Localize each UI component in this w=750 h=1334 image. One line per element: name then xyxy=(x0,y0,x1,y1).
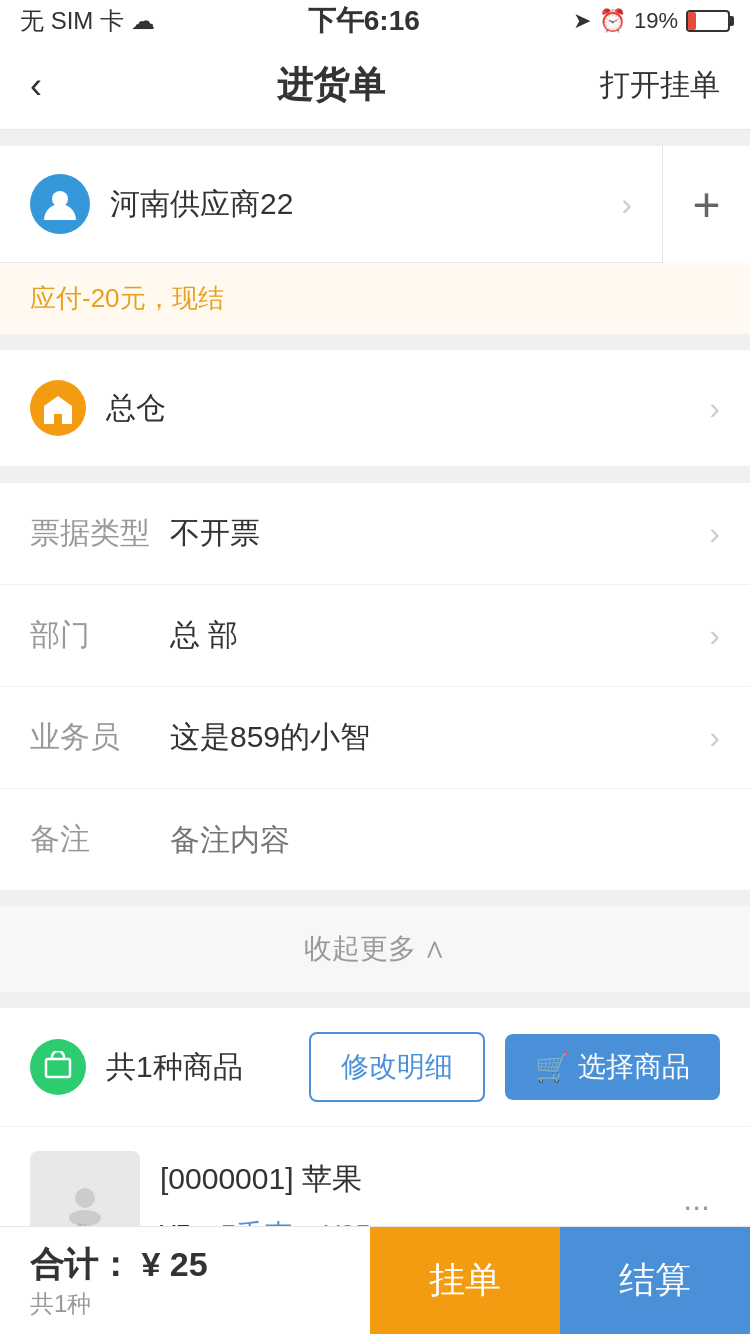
select-product-button[interactable]: 🛒 选择商品 xyxy=(505,1034,720,1100)
location-icon: ➤ xyxy=(573,8,591,34)
collapse-bar[interactable]: 收起更多 ∧ xyxy=(0,906,750,992)
alarm-icon: ⏰ xyxy=(599,8,626,34)
products-header: 共1种商品 修改明细 🛒 选择商品 xyxy=(0,1008,750,1127)
ticket-type-label: 票据类型 xyxy=(30,513,170,554)
supplier-chevron: › xyxy=(621,186,632,223)
notice-bar: 应付-20元，现结 xyxy=(0,263,750,334)
total-amount: 合计： ¥ 25 xyxy=(30,1242,340,1288)
salesperson-row[interactable]: 业务员 这是859的小智 › xyxy=(0,687,750,789)
salesperson-value: 这是859的小智 xyxy=(170,717,699,758)
warehouse-chevron: › xyxy=(709,390,720,427)
person-icon xyxy=(42,186,78,222)
warehouse-name: 总仓 xyxy=(106,388,699,429)
battery-text: 19% xyxy=(634,8,678,34)
sim-status: 无 SIM 卡 ☁ xyxy=(20,5,155,37)
back-button[interactable]: ‹ xyxy=(30,65,62,107)
battery-icon xyxy=(686,10,730,32)
status-right: ➤ ⏰ 19% xyxy=(573,8,730,34)
ticket-type-value: 不开票 xyxy=(170,513,699,554)
supplier-add-button[interactable]: + xyxy=(662,146,750,263)
department-label: 部门 xyxy=(30,615,170,656)
svg-rect-1 xyxy=(46,1059,70,1077)
total-section: 合计： ¥ 25 共1种 xyxy=(0,1242,370,1320)
department-chevron: › xyxy=(709,617,720,654)
warehouse-icon xyxy=(30,380,86,436)
ticket-type-row[interactable]: 票据类型 不开票 › xyxy=(0,483,750,585)
total-label: 合计： xyxy=(30,1245,132,1283)
page-title: 进货单 xyxy=(62,61,600,110)
select-product-icon: 🛒 xyxy=(535,1051,570,1084)
total-count: 共1种 xyxy=(30,1288,340,1320)
house-icon xyxy=(42,392,74,424)
remarks-input[interactable] xyxy=(170,823,720,857)
checkout-button[interactable]: 结算 xyxy=(560,1227,750,1335)
status-left: 无 SIM 卡 ☁ xyxy=(20,5,155,37)
cart-icon xyxy=(42,1051,74,1083)
status-bar: 无 SIM 卡 ☁ 下午6:16 ➤ ⏰ 19% xyxy=(0,0,750,42)
supplier-row[interactable]: 河南供应商22 › xyxy=(0,146,662,263)
bottom-bar: 合计： ¥ 25 共1种 挂单 结算 xyxy=(0,1226,750,1334)
total-value: ¥ 25 xyxy=(141,1245,207,1283)
warehouse-row[interactable]: 总仓 › xyxy=(0,350,750,467)
status-time: 下午6:16 xyxy=(308,2,420,40)
salesperson-chevron: › xyxy=(709,719,720,756)
select-product-label: 选择商品 xyxy=(578,1048,690,1086)
collapse-label: 收起更多 ∧ xyxy=(304,933,447,964)
warehouse-section: 总仓 › xyxy=(0,350,750,467)
svg-point-2 xyxy=(75,1188,95,1208)
products-count: 共1种商品 xyxy=(106,1047,289,1088)
remarks-row[interactable]: 备注 xyxy=(0,789,750,890)
products-icon xyxy=(30,1039,86,1095)
notice-text: 应付-20元，现结 xyxy=(30,283,224,313)
ticket-type-chevron: › xyxy=(709,515,720,552)
remarks-label: 备注 xyxy=(30,819,170,860)
nav-bar: ‹ 进货单 打开挂单 xyxy=(0,42,750,130)
edit-detail-button[interactable]: 修改明细 xyxy=(309,1032,485,1102)
supplier-section: 河南供应商22 › + xyxy=(0,146,750,263)
product-name: [0000001] 苹果 xyxy=(160,1159,653,1200)
open-hold-button[interactable]: 打开挂单 xyxy=(600,65,720,106)
supplier-name: 河南供应商22 xyxy=(110,184,611,225)
hold-button[interactable]: 挂单 xyxy=(370,1227,560,1335)
supplier-avatar xyxy=(30,174,90,234)
department-value: 总 部 xyxy=(170,615,699,656)
department-row[interactable]: 部门 总 部 › xyxy=(0,585,750,687)
form-section: 票据类型 不开票 › 部门 总 部 › 业务员 这是859的小智 › 备注 xyxy=(0,483,750,890)
salesperson-label: 业务员 xyxy=(30,717,170,758)
